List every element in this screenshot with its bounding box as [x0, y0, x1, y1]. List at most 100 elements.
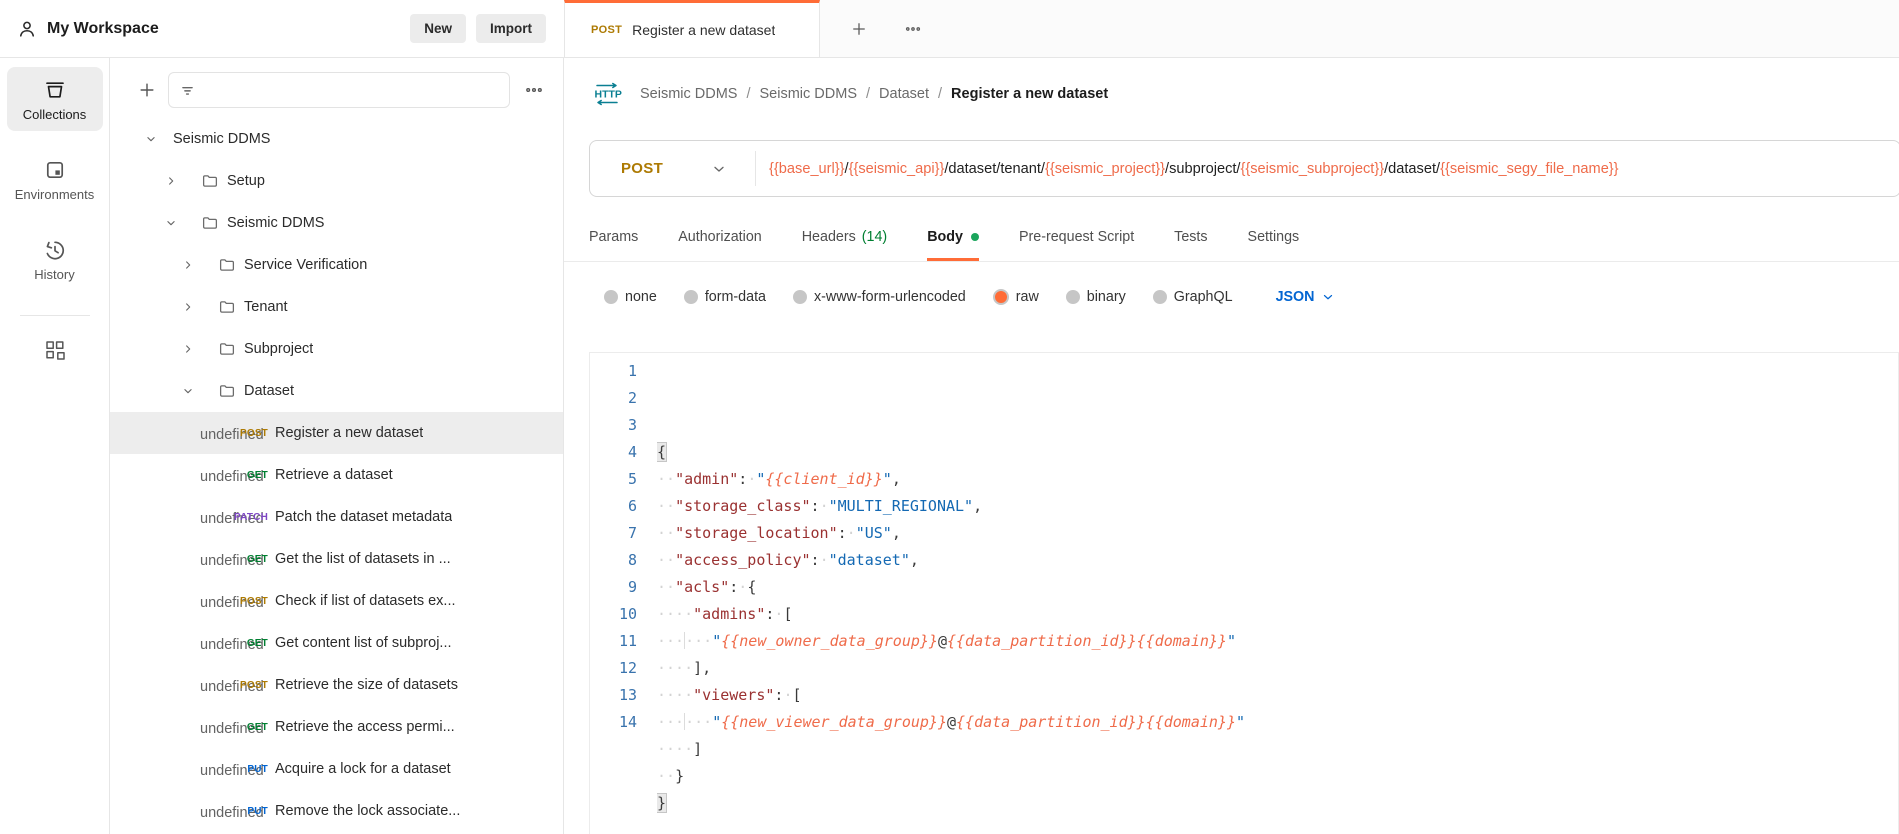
- line-number: 8: [627, 551, 637, 569]
- chevron-right-icon[interactable]: [182, 259, 194, 271]
- chevron-undefined-icon[interactable]: undefined: [200, 469, 264, 485]
- chevron-undefined-icon[interactable]: undefined: [200, 427, 264, 443]
- left-rail: Collections Environments History: [0, 58, 110, 834]
- radio-x-www-form-urlencoded[interactable]: [793, 289, 807, 304]
- rail-item-history[interactable]: History: [7, 227, 103, 291]
- collection-row[interactable]: Seismic DDMS: [110, 118, 563, 160]
- radio-GraphQL[interactable]: [1152, 289, 1167, 304]
- tab-body[interactable]: Body: [927, 227, 979, 261]
- request-row[interactable]: undefined POST Check if list of datasets e…: [110, 580, 563, 622]
- workspace-title[interactable]: My Workspace: [47, 20, 159, 38]
- request-row[interactable]: undefined POST Retrieve the size of datase…: [110, 664, 563, 706]
- code-line: ··"access_policy":·"dataset",: [657, 551, 919, 569]
- new-tab-button[interactable]: [850, 20, 868, 38]
- bodytype-binary[interactable]: binary: [1065, 289, 1126, 305]
- line-number: 14: [618, 713, 637, 731]
- tab-authorization[interactable]: Authorization: [678, 227, 761, 261]
- chevron-right-icon[interactable]: [182, 301, 194, 313]
- request-row[interactable]: undefined GET Get content list of subproj.…: [110, 622, 563, 664]
- chevron-right-icon[interactable]: [182, 343, 194, 355]
- line-number: 12: [618, 659, 637, 677]
- collections-sidebar: Seismic DDMS Setup Seismic DDMS Service Ver…: [110, 58, 564, 834]
- request-tab-label: Authorization: [678, 229, 762, 245]
- sidebar-search-input[interactable]: [205, 82, 499, 98]
- code-line: ····"admins":·[: [657, 605, 793, 623]
- request-row[interactable]: undefined PATCH Patch the dataset metadata: [110, 496, 563, 538]
- line-number: 5: [627, 470, 637, 488]
- code-area[interactable]: {··"admin":·"{{client_id}}", ··"storage_c…: [657, 358, 1898, 834]
- breadcrumb-item[interactable]: Seismic DDMS: [760, 86, 857, 102]
- code-line: ····"viewers":·[: [657, 686, 802, 704]
- request-pane: HTTP Seismic DDMS / Seismic DDMS / Dataset / R…: [564, 58, 1899, 834]
- history-icon: [43, 238, 67, 262]
- chevron-down-icon[interactable]: [165, 217, 177, 229]
- folder-row[interactable]: Dataset: [110, 370, 563, 412]
- folder-row[interactable]: Seismic DDMS: [110, 202, 563, 244]
- sidebar-options-icon[interactable]: [524, 80, 544, 100]
- chevron-right-icon[interactable]: [165, 175, 177, 187]
- bodytype-GraphQL[interactable]: GraphQL: [1152, 289, 1233, 305]
- folder-row[interactable]: Tenant: [110, 286, 563, 328]
- chevron-undefined-icon[interactable]: undefined: [200, 511, 264, 527]
- bodytype-raw[interactable]: raw: [992, 288, 1039, 305]
- folder-icon: [218, 256, 236, 274]
- chevron-undefined-icon[interactable]: undefined: [200, 679, 264, 695]
- chevron-down-icon[interactable]: [182, 385, 194, 397]
- bodytype-x-www-form-urlencoded[interactable]: x-www-form-urlencoded: [793, 289, 966, 305]
- bodytype-none[interactable]: none: [604, 289, 657, 305]
- request-row[interactable]: undefined GET Retrieve the access permi...: [110, 706, 563, 748]
- language-select[interactable]: JSON: [1276, 289, 1335, 305]
- bodytype-form-data[interactable]: form-data: [683, 289, 766, 305]
- add-collection-button[interactable]: [137, 80, 157, 100]
- folder-row[interactable]: Setup: [110, 160, 563, 202]
- request-tab[interactable]: POST Register a new dataset: [564, 0, 820, 57]
- request-row[interactable]: undefined GET Get the list of datasets in …: [110, 538, 563, 580]
- filter-icon[interactable]: [179, 82, 196, 99]
- method-badge: PUT: [247, 805, 268, 817]
- code-line: ··}: [657, 767, 685, 785]
- breadcrumb-item[interactable]: Seismic DDMS: [640, 86, 737, 102]
- url-input[interactable]: {{base_url}}/{{seismic_api}}/dataset/ten…: [769, 161, 1899, 177]
- tab-options-icon[interactable]: [904, 20, 922, 38]
- tab-settings[interactable]: Settings: [1248, 227, 1300, 261]
- tree-item-label: Dataset: [244, 383, 294, 399]
- radio-form-data[interactable]: [683, 289, 698, 304]
- body-editor[interactable]: 1 2 3 4 5 6 7 8 9 10 11 12 13 14 {··"admin":·"{{clien…: [589, 352, 1899, 834]
- http-request-icon: HTTP: [589, 82, 625, 106]
- chevron-undefined-icon[interactable]: undefined: [200, 721, 264, 737]
- tree-item-label: Check if list of datasets ex...: [275, 593, 456, 609]
- chevron-undefined-icon[interactable]: undefined: [200, 805, 264, 821]
- request-tab-label: Body: [927, 229, 963, 245]
- chevron-undefined-icon[interactable]: undefined: [200, 553, 264, 569]
- radio-none[interactable]: [604, 289, 618, 304]
- new-button[interactable]: New: [410, 14, 466, 43]
- folder-row[interactable]: Service Verification: [110, 244, 563, 286]
- import-button[interactable]: Import: [476, 14, 546, 43]
- chevron-undefined-icon[interactable]: undefined: [200, 595, 264, 611]
- breadcrumb-item[interactable]: Dataset: [879, 86, 929, 102]
- request-row[interactable]: undefined GET Retrieve a dataset: [110, 454, 563, 496]
- breadcrumb-item[interactable]: Register a new dataset: [951, 86, 1108, 102]
- chevron-undefined-icon[interactable]: undefined: [200, 763, 264, 779]
- code-line: ··"admin":·"{{client_id}}",: [657, 470, 901, 488]
- tab-params[interactable]: Params: [589, 227, 638, 261]
- apps-grid-icon[interactable]: [43, 338, 67, 362]
- request-row[interactable]: undefined POST Register a new dataset: [110, 412, 563, 454]
- chevron-down-icon[interactable]: [145, 133, 157, 145]
- code-line: ··"acls":·{: [657, 578, 757, 596]
- sidebar-search-box[interactable]: [168, 72, 510, 108]
- rail-item-environments[interactable]: Environments: [7, 147, 103, 211]
- radio-binary[interactable]: [1065, 289, 1080, 304]
- request-tab-label: Params: [589, 229, 639, 245]
- chevron-undefined-icon[interactable]: undefined: [200, 637, 264, 653]
- request-row[interactable]: undefined PUT Remove the lock associate...: [110, 790, 563, 832]
- code-line: ··"storage_class":·"MULTI_REGIONAL",: [657, 497, 983, 515]
- rail-item-collections[interactable]: Collections: [6, 67, 103, 131]
- request-row[interactable]: undefined PUT Acquire a lock for a dataset: [110, 748, 563, 790]
- tab-pre-request-script[interactable]: Pre-request Script: [1019, 227, 1134, 261]
- radio-raw[interactable]: [992, 288, 1009, 305]
- method-select[interactable]: POST: [590, 160, 727, 177]
- folder-row[interactable]: Subproject: [110, 328, 563, 370]
- tab-headers[interactable]: Headers (14): [802, 227, 887, 261]
- tab-tests[interactable]: Tests: [1174, 227, 1207, 261]
